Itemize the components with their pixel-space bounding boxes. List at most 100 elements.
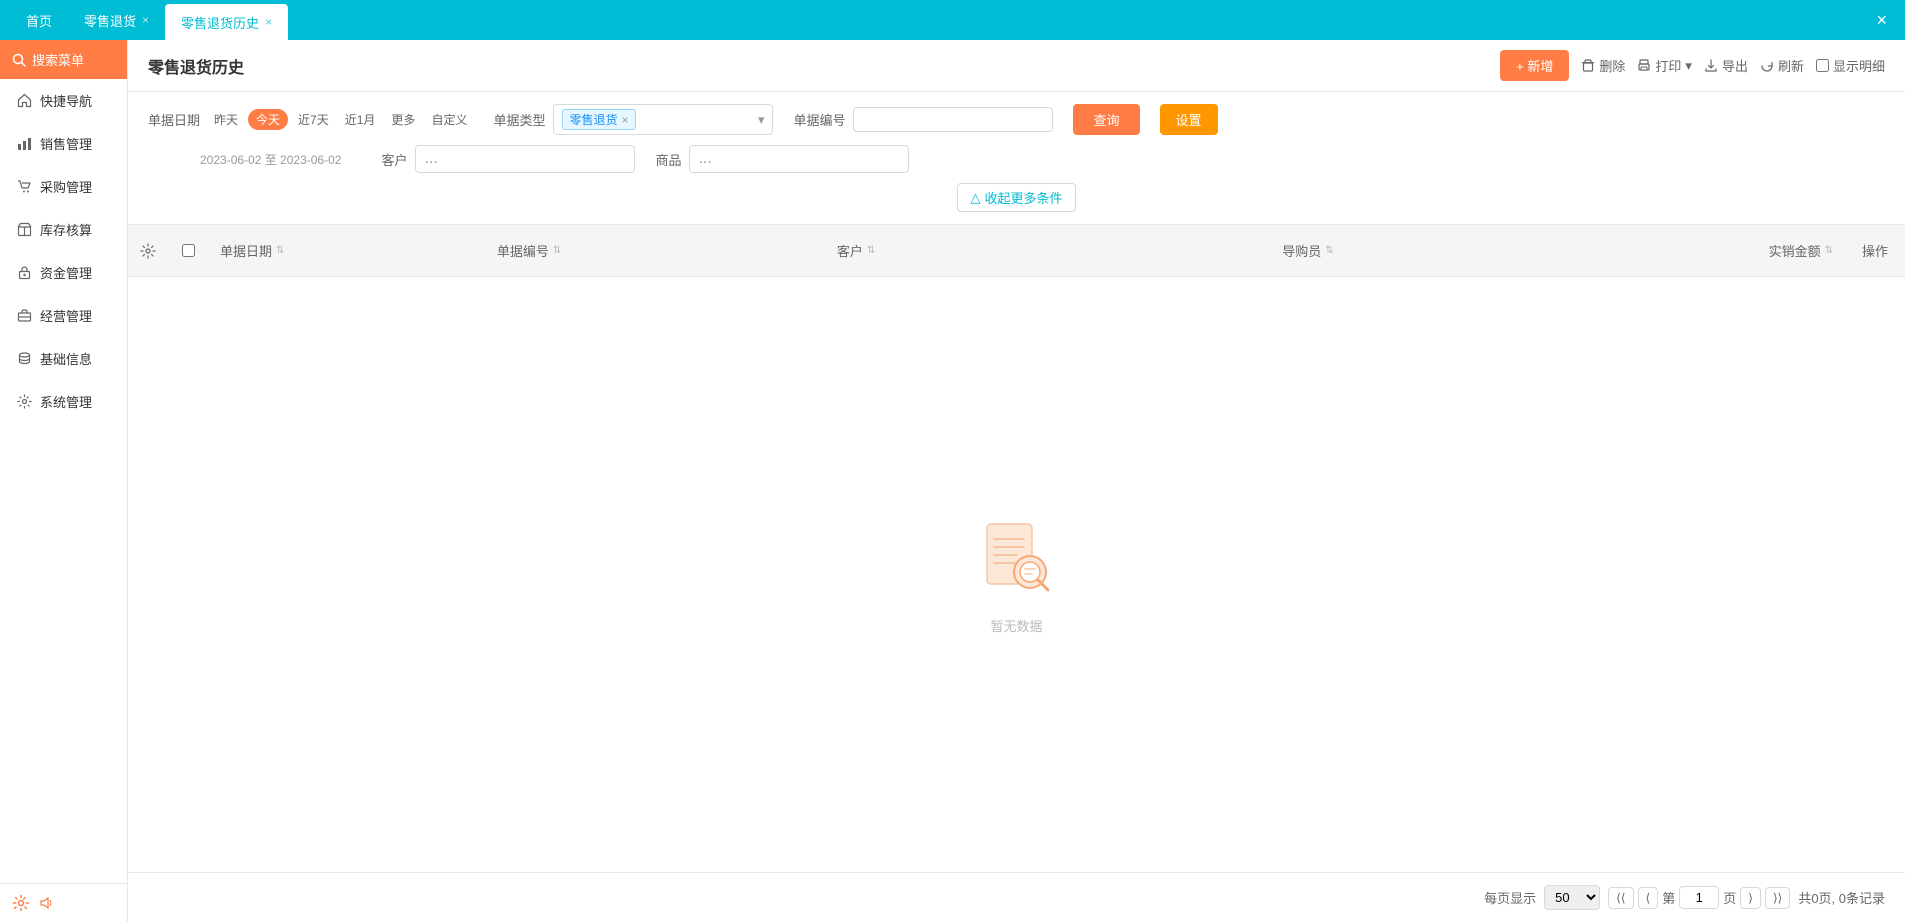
type-tag: 零售退货 × [562, 109, 635, 130]
collapse-filter-button[interactable]: △ 收起更多条件 [957, 183, 1075, 212]
filter-area: 单据日期 昨天 今天 近7天 近1月 更多 自定义 单据类型 [128, 92, 1905, 225]
th-customer[interactable]: 客户 ⇅ [825, 233, 1270, 268]
customer-label: 客户 [381, 150, 407, 169]
th-amount-label: 实销金额 [1769, 241, 1821, 260]
tab-retail-return-history-label: 零售退货历史 [181, 13, 259, 32]
sidebar-item-operations[interactable]: 经营管理 [0, 294, 127, 337]
sidebar-item-basic-info[interactable]: 基础信息 [0, 337, 127, 380]
type-select-dropdown-icon: ▾ [758, 112, 765, 128]
filter-row-2: 2023-06-02 至 2023-06-02 客户 ... 商品 ... [148, 145, 1885, 173]
th-guide-label: 导购员 [1282, 241, 1321, 260]
sidebar-item-inventory[interactable]: 库存核算 [0, 208, 127, 251]
date-opt-yesterday[interactable]: 昨天 [208, 109, 244, 130]
type-tag-close[interactable]: × [621, 113, 628, 127]
filter-bill-no: 单据编号 [793, 107, 1053, 132]
page-unit: 页 [1723, 888, 1736, 907]
filter-customer: 客户 ... [381, 145, 635, 173]
th-amount[interactable]: 实销金额 ⇅ [1610, 233, 1845, 268]
date-opt-custom[interactable]: 自定义 [425, 109, 473, 130]
sidebar-search[interactable]: 搜索菜单 [0, 40, 127, 79]
filter-date-range-display: 2023-06-02 至 2023-06-02 [200, 151, 341, 168]
goods-placeholder: ... [698, 150, 711, 168]
next-page-button[interactable]: ⟩ [1740, 887, 1761, 909]
window-close-button[interactable]: × [1868, 10, 1895, 31]
prev-page-button[interactable]: ⟨ [1638, 887, 1659, 909]
sidebar-item-quick-nav[interactable]: 快捷导航 [0, 79, 127, 122]
filter-type: 单据类型 零售退货 × ▾ [493, 104, 773, 135]
show-detail-check[interactable] [1816, 59, 1829, 72]
per-page-select[interactable]: 10 20 50 100 [1544, 885, 1600, 910]
filter-settings-button[interactable]: 设置 [1160, 104, 1218, 135]
page-nav: ⟨⟨ ⟨ 第 页 ⟩ ⟩⟩ [1608, 886, 1790, 909]
pagination: 每页显示 10 20 50 100 ⟨⟨ ⟨ 第 页 ⟩ ⟩⟩ 共0页, 0条记… [128, 872, 1905, 922]
th-checkbox[interactable] [168, 236, 208, 265]
export-button[interactable]: 导出 [1704, 56, 1748, 75]
print-button[interactable]: 打印 ▾ [1637, 56, 1692, 75]
delete-label: 删除 [1599, 56, 1625, 75]
chart-icon [16, 136, 32, 152]
th-no[interactable]: 单据编号 ⇅ [485, 233, 825, 268]
top-bar: 首页 零售退货 × 零售退货历史 × × [0, 0, 1905, 40]
home-icon [16, 93, 32, 109]
tab-retail-return-history[interactable]: 零售退货历史 × [165, 4, 288, 40]
sidebar-item-sales[interactable]: 销售管理 [0, 122, 127, 165]
type-select[interactable]: 零售退货 × ▾ [553, 104, 773, 135]
refresh-button[interactable]: 刷新 [1760, 56, 1804, 75]
sidebar: 搜索菜单 快捷导航 销售管理 [0, 40, 128, 922]
show-detail-label: 显示明细 [1833, 56, 1885, 75]
page-input[interactable] [1679, 886, 1719, 909]
tab-retail-return-history-close[interactable]: × [265, 15, 272, 29]
tab-bar: 首页 零售退货 × 零售退货历史 × [10, 0, 288, 40]
delete-button[interactable]: 删除 [1581, 56, 1625, 75]
search-icon [12, 52, 26, 68]
date-opt-1month[interactable]: 近1月 [339, 109, 382, 130]
box-icon [16, 222, 32, 238]
goods-select[interactable]: ... [689, 145, 909, 173]
volume-icon[interactable] [38, 894, 56, 912]
type-filter-label: 单据类型 [493, 110, 545, 129]
select-all-checkbox[interactable] [182, 244, 195, 257]
goods-label: 商品 [655, 150, 681, 169]
sidebar-item-purchase[interactable]: 采购管理 [0, 165, 127, 208]
date-opt-7days[interactable]: 近7天 [292, 109, 335, 130]
empty-text: 暂无数据 [990, 616, 1042, 635]
customer-select[interactable]: ... [415, 145, 635, 173]
th-customer-sort-icon: ⇅ [867, 245, 875, 256]
sidebar-item-finance[interactable]: 资金管理 [0, 251, 127, 294]
refresh-icon [1760, 58, 1774, 74]
first-page-button[interactable]: ⟨⟨ [1608, 887, 1633, 909]
table-header: 单据日期 ⇅ 单据编号 ⇅ 客户 ⇅ 导购员 ⇅ 实销金额 ⇅ [128, 225, 1905, 277]
tab-retail-return-label: 零售退货 [84, 11, 136, 30]
tab-retail-return[interactable]: 零售退货 × [68, 0, 165, 40]
sidebar-item-purchase-label: 采购管理 [40, 177, 92, 196]
bill-no-input[interactable] [853, 107, 1053, 132]
sidebar-item-sales-label: 销售管理 [40, 134, 92, 153]
th-date[interactable]: 单据日期 ⇅ [208, 233, 485, 268]
show-detail-checkbox[interactable]: 显示明细 [1816, 56, 1885, 75]
empty-illustration [972, 514, 1062, 604]
type-tag-text: 零售退货 [569, 111, 617, 128]
delete-icon [1581, 58, 1595, 74]
empty-state: 暂无数据 [128, 277, 1905, 872]
bill-no-label: 单据编号 [793, 110, 845, 129]
briefcase-icon [16, 308, 32, 324]
content-area: 零售退货历史 + 新增 删除 [128, 40, 1905, 922]
new-button[interactable]: + 新增 [1500, 50, 1569, 81]
th-guide[interactable]: 导购员 ⇅ [1270, 233, 1610, 268]
tab-retail-return-close[interactable]: × [142, 13, 149, 27]
page-title: 零售退货历史 [148, 54, 244, 78]
tab-home[interactable]: 首页 [10, 0, 68, 40]
query-button[interactable]: 查询 [1073, 104, 1139, 135]
last-page-button[interactable]: ⟩⟩ [1765, 887, 1790, 909]
date-opt-more[interactable]: 更多 [385, 109, 421, 130]
header-actions: + 新增 删除 [1500, 50, 1885, 81]
gear-icon[interactable] [12, 894, 30, 912]
sidebar-item-system[interactable]: 系统管理 [0, 380, 127, 423]
date-opt-today[interactable]: 今天 [248, 109, 288, 130]
export-icon [1704, 58, 1718, 74]
lock-icon [16, 265, 32, 281]
sidebar-item-operations-label: 经营管理 [40, 306, 92, 325]
th-settings[interactable] [128, 235, 168, 267]
refresh-label: 刷新 [1778, 56, 1804, 75]
date-filter-label: 单据日期 [148, 110, 200, 129]
